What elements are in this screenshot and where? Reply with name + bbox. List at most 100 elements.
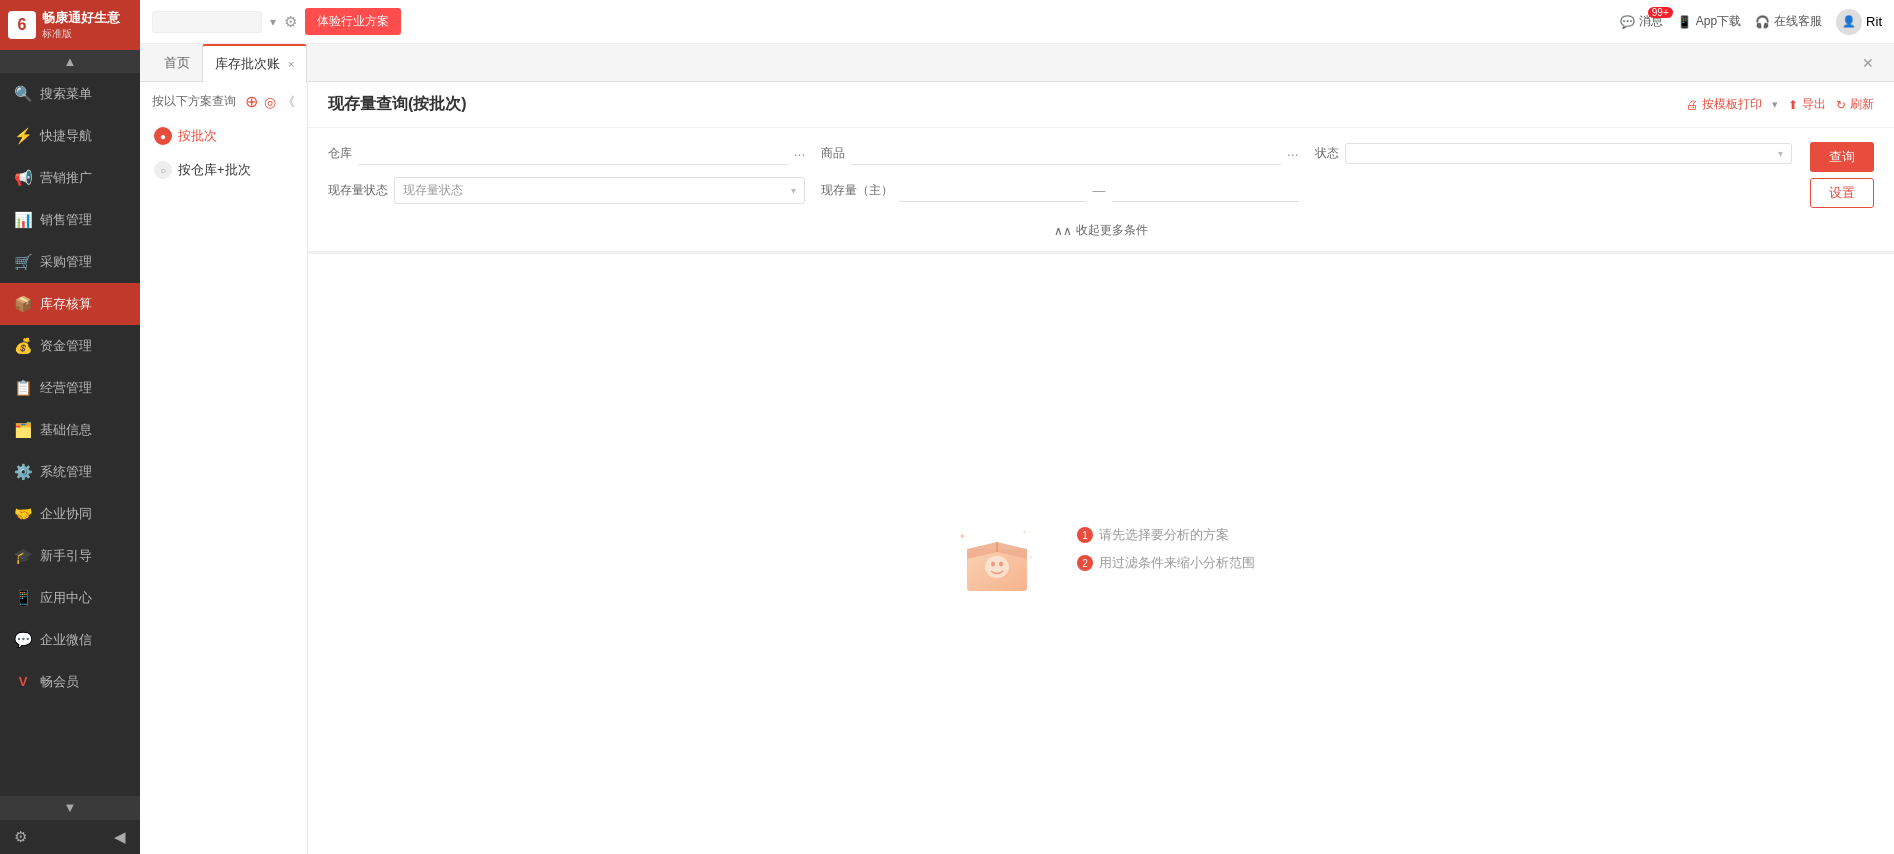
- phone-icon: 📱: [1677, 15, 1692, 29]
- sidebar-footer: ⚙ ◀: [0, 819, 140, 854]
- range-separator: —: [1093, 183, 1106, 198]
- empty-tips: 1 请先选择要分析的方案 2 用过滤条件来缩小分析范围: [1077, 526, 1255, 582]
- stock-status-dropdown-icon: ▾: [791, 185, 796, 196]
- sidebar-item-member[interactable]: V 畅会员: [0, 661, 140, 703]
- sidebar-collapse-icon[interactable]: ◀: [114, 828, 126, 846]
- sidebar-scroll-down[interactable]: ▼: [0, 796, 140, 819]
- user-initial: 👤: [1842, 15, 1856, 28]
- apps-icon: 📱: [14, 589, 32, 607]
- app-download-btn[interactable]: 📱 App下载: [1677, 13, 1741, 30]
- newbie-icon: 🎓: [14, 547, 32, 565]
- sidebar-item-label: 基础信息: [40, 421, 92, 439]
- app-title: 畅康通好生意: [42, 10, 120, 27]
- tab-inventory-batch[interactable]: 库存批次账 ×: [202, 44, 307, 82]
- topbar-search-input[interactable]: [152, 11, 262, 33]
- tab-home[interactable]: 首页: [152, 44, 202, 82]
- app-subtitle: 标准版: [42, 27, 120, 40]
- filter-row-1: 仓库 ··· 商品 ··· 状态: [328, 142, 1792, 165]
- tabbar: 首页 库存批次账 × ✕: [140, 44, 1894, 82]
- online-service-btn[interactable]: 🎧 在线客服: [1755, 13, 1822, 30]
- topbar-dropdown-btn[interactable]: ▾: [270, 15, 276, 29]
- sidebar-item-label: 资金管理: [40, 337, 92, 355]
- schema-batch-label: 按批次: [178, 127, 217, 145]
- stock-status-label: 现存量状态: [328, 182, 388, 199]
- collapse-more-btn[interactable]: ∧∧ 收起更多条件: [328, 216, 1874, 245]
- messages-btn[interactable]: 💬 消息 99+: [1620, 13, 1663, 30]
- sidebar-item-newbie[interactable]: 🎓 新手引导: [0, 535, 140, 577]
- print-btn[interactable]: 🖨 按模板打印: [1686, 96, 1762, 113]
- sidebar-item-label: 新手引导: [40, 547, 92, 565]
- app-download-label: App下载: [1696, 13, 1741, 30]
- status-select[interactable]: ▾: [1345, 143, 1792, 164]
- tip-num-2: 2: [1077, 555, 1093, 571]
- sidebar-item-quick-nav[interactable]: ⚡ 快捷导航: [0, 115, 140, 157]
- filter-row-2: 现存量状态 现存量状态 ▾ 现存量（主） —: [328, 177, 1792, 204]
- print-dropdown-icon[interactable]: ▾: [1772, 98, 1778, 111]
- user-menu-btn[interactable]: 👤 Rit: [1836, 9, 1882, 35]
- stock-qty-to-input[interactable]: [1112, 179, 1299, 202]
- sidebar-item-apps[interactable]: 📱 应用中心: [0, 577, 140, 619]
- filter-stock-qty: 现存量（主） —: [821, 179, 1298, 202]
- add-schema-icon[interactable]: ⊕: [245, 92, 258, 111]
- goods-input[interactable]: [851, 142, 1281, 165]
- sidebar-item-label: 快捷导航: [40, 127, 92, 145]
- topbar-right: 💬 消息 99+ 📱 App下载 🎧 在线客服 👤 Rit: [1620, 9, 1882, 35]
- query-btn[interactable]: 查询: [1810, 142, 1874, 172]
- quick-nav-icon: ⚡: [14, 127, 32, 145]
- stock-qty-from-input[interactable]: [899, 179, 1086, 202]
- settings-icon[interactable]: ⚙: [14, 828, 27, 846]
- stock-status-value: 现存量状态: [403, 182, 463, 199]
- sidebar-item-label: 应用中心: [40, 589, 92, 607]
- sidebar: 6 畅康通好生意 标准版 ▲ 🔍 搜索菜单 ⚡ 快捷导航 📢 营销推广 📊 销售…: [0, 0, 140, 854]
- page-header: 现存量查询(按批次) 🖨 按模板打印 ▾ ⬆ 导出 ↻ 刷新: [308, 82, 1894, 128]
- sidebar-item-sales[interactable]: 📊 销售管理: [0, 199, 140, 241]
- wechat-icon: 💬: [14, 631, 32, 649]
- headset-icon: 🎧: [1755, 15, 1770, 29]
- sidebar-item-wechat[interactable]: 💬 企业微信: [0, 619, 140, 661]
- schema-warehouse-batch-icon: ○: [154, 161, 172, 179]
- filter-goods: 商品 ···: [821, 142, 1298, 165]
- experience-btn[interactable]: 体验行业方案: [305, 8, 401, 35]
- sidebar-item-basic[interactable]: 🗂️ 基础信息: [0, 409, 140, 451]
- system-icon: ⚙️: [14, 463, 32, 481]
- sidebar-item-marketing[interactable]: 📢 营销推广: [0, 157, 140, 199]
- printer-icon: 🖨: [1686, 98, 1698, 112]
- sidebar-item-search[interactable]: 🔍 搜索菜单: [0, 73, 140, 115]
- tip-text-2: 用过滤条件来缩小分析范围: [1099, 554, 1255, 572]
- topbar-settings-icon[interactable]: ⚙: [284, 13, 297, 31]
- sidebar-item-operation[interactable]: 📋 经营管理: [0, 367, 140, 409]
- warehouse-input[interactable]: [358, 142, 788, 165]
- goods-more-icon[interactable]: ···: [1287, 146, 1299, 162]
- main-area: ▾ ⚙ 体验行业方案 💬 消息 99+ 📱 App下载 🎧 在线客服 👤: [140, 0, 1894, 854]
- svg-point-3: [985, 556, 1009, 578]
- collapse-more-label: 收起更多条件: [1076, 222, 1148, 239]
- sidebar-item-enterprise[interactable]: 🤝 企业协同: [0, 493, 140, 535]
- sidebar-item-label: 营销推广: [40, 169, 92, 187]
- filter-status: 状态 ▾: [1315, 143, 1792, 164]
- refresh-btn[interactable]: ↻ 刷新: [1836, 96, 1874, 113]
- sidebar-item-finance[interactable]: 💰 资金管理: [0, 325, 140, 367]
- sidebar-item-purchase[interactable]: 🛒 采购管理: [0, 241, 140, 283]
- sidebar-item-label: 采购管理: [40, 253, 92, 271]
- sidebar-item-inventory[interactable]: 📦 库存核算: [0, 283, 140, 325]
- settings-btn[interactable]: 设置: [1810, 178, 1874, 208]
- stock-status-select[interactable]: 现存量状态 ▾: [394, 177, 805, 204]
- tab-close-btn[interactable]: ×: [288, 58, 294, 70]
- svg-text:✦: ✦: [1022, 529, 1027, 535]
- stock-qty-range: —: [899, 179, 1298, 202]
- tab-panel-close-btn[interactable]: ✕: [1854, 55, 1882, 71]
- warehouse-more-icon[interactable]: ···: [794, 146, 806, 162]
- filter-stock-status: 现存量状态 现存量状态 ▾: [328, 177, 805, 204]
- status-label: 状态: [1315, 145, 1339, 162]
- svg-point-4: [991, 562, 995, 567]
- schema-item-warehouse-batch[interactable]: ○ 按仓库+批次: [140, 153, 307, 187]
- sidebar-item-system[interactable]: ⚙️ 系统管理: [0, 451, 140, 493]
- schema-collapse-icon[interactable]: 《: [282, 93, 295, 111]
- filter-buttons: 查询 设置: [1802, 142, 1874, 208]
- schema-item-batch[interactable]: ● 按批次: [140, 119, 307, 153]
- export-btn[interactable]: ⬆ 导出: [1788, 96, 1826, 113]
- schema-settings-icon[interactable]: ◎: [264, 94, 276, 110]
- sidebar-item-label: 企业协同: [40, 505, 92, 523]
- sidebar-item-label: 系统管理: [40, 463, 92, 481]
- sidebar-scroll-up[interactable]: ▲: [0, 50, 140, 73]
